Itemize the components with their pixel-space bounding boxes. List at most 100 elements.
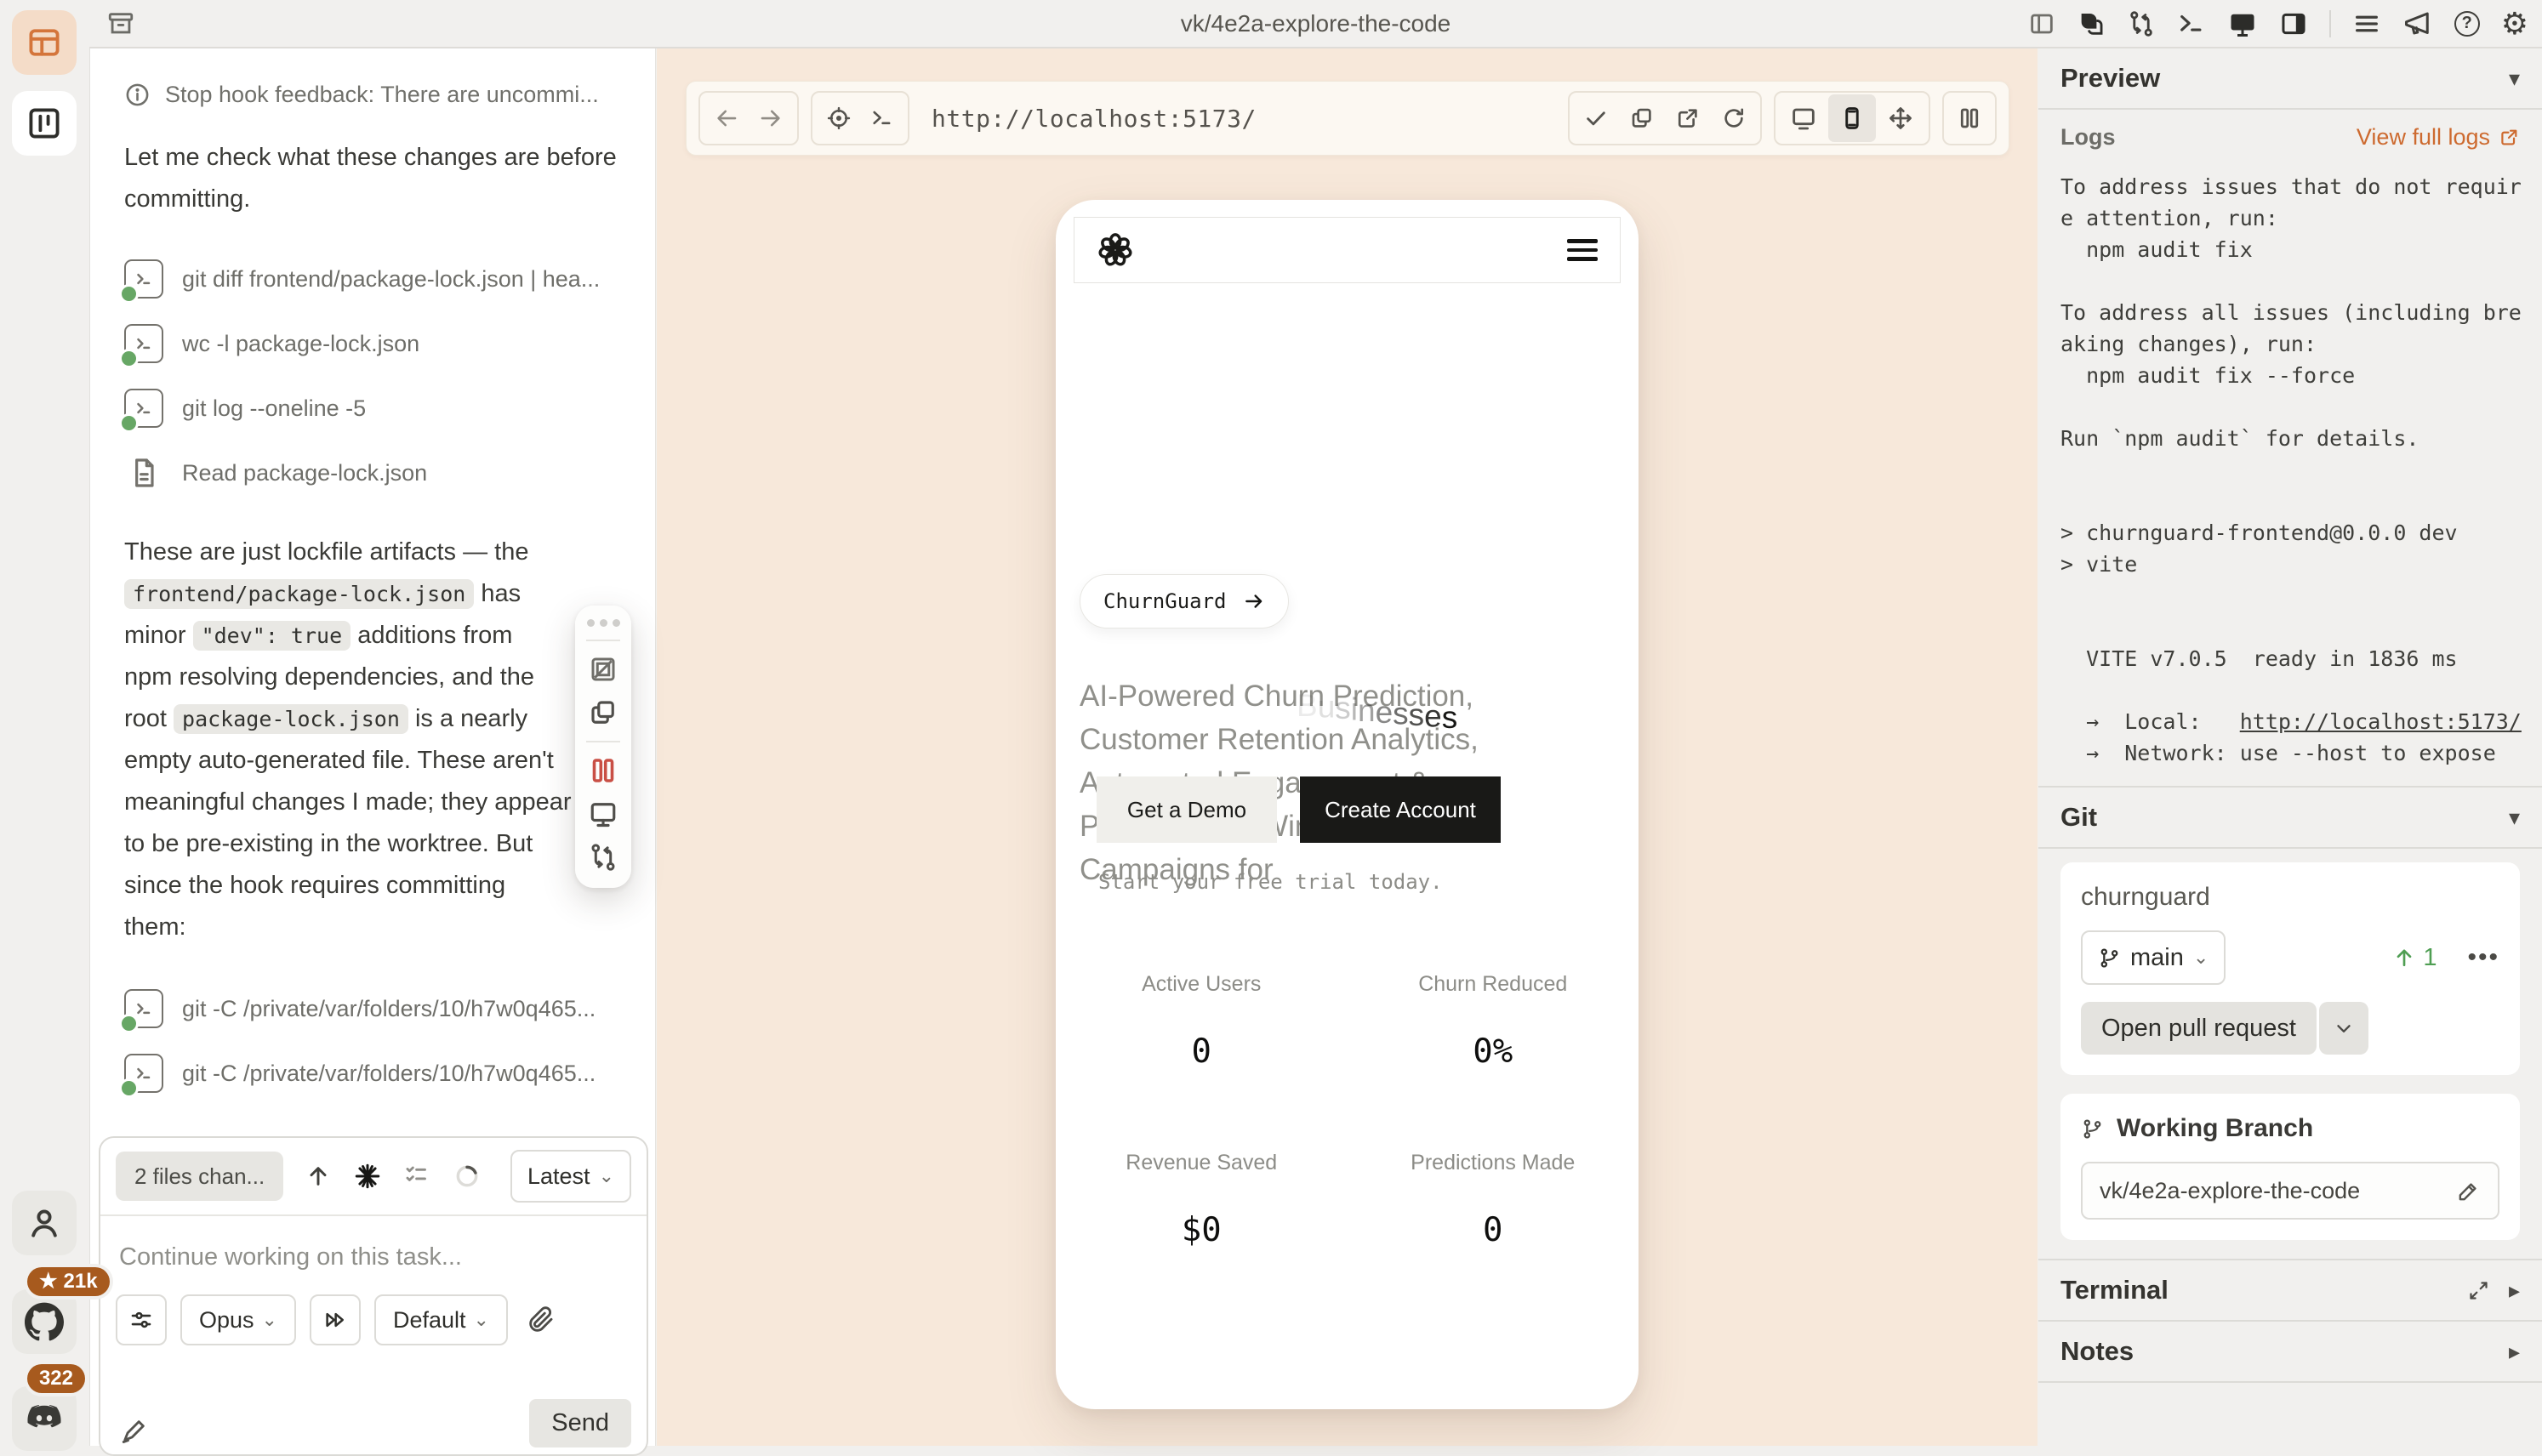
command-item[interactable]: git diff frontend/package-lock.json | he… (124, 259, 655, 299)
device-toggle-group (1774, 91, 1930, 145)
back-icon[interactable] (714, 105, 739, 131)
mode-dropdown[interactable]: Default ⌄ (374, 1294, 508, 1345)
url-field[interactable]: http://localhost:5173/ (932, 105, 1257, 133)
monitor-view-icon[interactable] (588, 799, 618, 829)
info-icon (124, 82, 151, 108)
snippet-icon[interactable] (588, 654, 618, 685)
mobile-device-icon[interactable] (1828, 94, 1876, 142)
terminal-icon[interactable] (2177, 9, 2206, 38)
attachment-paperclip-icon[interactable] (527, 1305, 556, 1334)
panel-layout-icon (26, 24, 63, 61)
checklist-icon[interactable] (403, 1162, 432, 1191)
hook-feedback-text: Stop hook feedback: There are uncommi... (165, 82, 599, 108)
files-changed-chip[interactable]: 2 files chan... (116, 1152, 283, 1201)
preview-section-header[interactable]: Preview ▾ (2060, 48, 2520, 108)
sidebar-left-icon[interactable] (2028, 10, 2055, 37)
rail-discord-button[interactable]: 322 (12, 1386, 77, 1451)
rail-account-button[interactable] (12, 1191, 77, 1255)
hero-buttons: Get a Demo Create Account (1097, 776, 1501, 843)
help-icon[interactable]: ? (2454, 11, 2480, 37)
topbar-divider (2329, 10, 2331, 37)
message-hover-toolbar (575, 606, 631, 888)
starburst-icon[interactable] (353, 1162, 382, 1191)
command-label: git log --oneline -5 (182, 395, 366, 422)
git-compare-icon[interactable] (2127, 9, 2156, 38)
right-panel: Preview ▾ Logs View full logs To address… (2038, 48, 2542, 1446)
send-button[interactable]: Send (529, 1399, 631, 1447)
inspect-button-group (811, 91, 909, 145)
desktop-device-icon[interactable] (1779, 105, 1828, 132)
pr-dropdown-button[interactable] (2319, 1002, 2368, 1055)
commits-ahead-indicator[interactable]: 1 (2392, 944, 2437, 972)
split-columns-icon[interactable] (1957, 105, 1982, 131)
view-full-logs-link[interactable]: View full logs (2357, 124, 2520, 151)
chat-input[interactable]: Continue working on this task... (100, 1216, 647, 1271)
chat-bubbles-icon[interactable] (2077, 9, 2106, 38)
drag-handle-icon[interactable] (587, 619, 620, 627)
notes-section-header[interactable]: Notes ▸ (2060, 1322, 2520, 1381)
chat-panel: Stop hook feedback: There are uncommi...… (89, 48, 656, 1446)
expand-icon[interactable] (2467, 1279, 2490, 1302)
chevron-right-icon: ▸ (2509, 1339, 2520, 1365)
refresh-icon[interactable] (1721, 105, 1747, 131)
check-icon[interactable] (1583, 105, 1609, 131)
fast-forward-button[interactable] (310, 1294, 361, 1345)
git-compare-icon[interactable] (588, 842, 618, 873)
command-item[interactable]: git -C /private/var/folders/10/h7w0q465.… (124, 1054, 655, 1093)
local-url-link[interactable]: http://localhost:5173/ (2240, 709, 2522, 734)
rail-github-button[interactable]: ★21k (12, 1289, 77, 1354)
trial-text: Start your free trial today. (1098, 870, 1443, 894)
scroll-to-top-icon[interactable] (305, 1163, 332, 1190)
menu-icon[interactable] (2352, 9, 2381, 38)
settings-sliders-button[interactable] (116, 1294, 167, 1345)
rail-kanban-button[interactable] (12, 91, 77, 156)
console-icon[interactable] (870, 106, 894, 130)
copy-icon[interactable] (588, 697, 618, 728)
git-section-header[interactable]: Git ▾ (2060, 788, 2520, 847)
highlighter-icon[interactable] (119, 1415, 150, 1446)
rail-layout-button[interactable] (12, 10, 77, 75)
preview-section-title: Preview (2060, 63, 2160, 94)
read-file-item[interactable]: Read package-lock.json (124, 453, 655, 492)
terminal-section-header[interactable]: Terminal ▸ (2060, 1260, 2520, 1320)
kanban-icon (26, 105, 63, 142)
branch-selector[interactable]: main ⌄ (2081, 930, 2226, 985)
forward-icon[interactable] (758, 105, 784, 131)
discord-icon (24, 1398, 65, 1439)
flower-logo-icon[interactable] (1097, 231, 1134, 269)
open-pr-button[interactable]: Open pull request (2081, 1002, 2317, 1055)
working-branch-field[interactable]: vk/4e2a-explore-the-code (2081, 1162, 2499, 1220)
edit-pencil-icon[interactable] (2456, 1179, 2481, 1203)
command-item[interactable]: git -C /private/var/folders/10/h7w0q465.… (124, 989, 655, 1028)
stat-cell: Churn Reduced 0% (1348, 972, 1639, 1071)
hook-feedback-banner[interactable]: Stop hook feedback: There are uncommi... (124, 82, 655, 108)
model-dropdown[interactable]: Opus ⌄ (180, 1294, 296, 1345)
archive-icon[interactable] (106, 9, 135, 38)
move-resize-icon[interactable] (1876, 105, 1925, 132)
target-icon[interactable] (826, 105, 852, 131)
browser-toolbar: http://localhost:5173/ (686, 81, 2009, 156)
latest-dropdown[interactable]: Latest ⌄ (510, 1150, 631, 1203)
create-account-button[interactable]: Create Account (1300, 776, 1501, 843)
more-options-icon[interactable]: ••• (2467, 943, 2499, 972)
hamburger-menu-icon[interactable] (1567, 239, 1598, 261)
get-demo-button[interactable]: Get a Demo (1097, 776, 1277, 843)
working-branch-card: Working Branch vk/4e2a-explore-the-code (2060, 1094, 2520, 1240)
copy-icon[interactable] (1629, 105, 1655, 131)
monitor-icon[interactable] (2227, 9, 2258, 39)
chevron-down-icon: ▾ (2509, 65, 2520, 92)
sidebar-right-icon[interactable] (2279, 9, 2308, 38)
notes-section-title: Notes (2060, 1336, 2134, 1367)
command-item[interactable]: git log --oneline -5 (124, 389, 655, 428)
composer-controls: Opus ⌄ Default ⌄ (100, 1271, 647, 1345)
nav-button-group (698, 91, 799, 145)
columns-view-icon[interactable] (588, 755, 618, 786)
open-external-icon[interactable] (1675, 105, 1701, 131)
github-icon (25, 1302, 64, 1341)
brand-pill-button[interactable]: ChurnGuard (1080, 574, 1289, 628)
chevron-down-icon: ⌄ (599, 1167, 614, 1186)
megaphone-icon[interactable] (2402, 9, 2433, 39)
command-item[interactable]: wc -l package-lock.json (124, 324, 655, 363)
gear-icon[interactable]: ⚙ (2501, 9, 2528, 39)
assistant-message: Let me check what these changes are befo… (124, 137, 618, 220)
